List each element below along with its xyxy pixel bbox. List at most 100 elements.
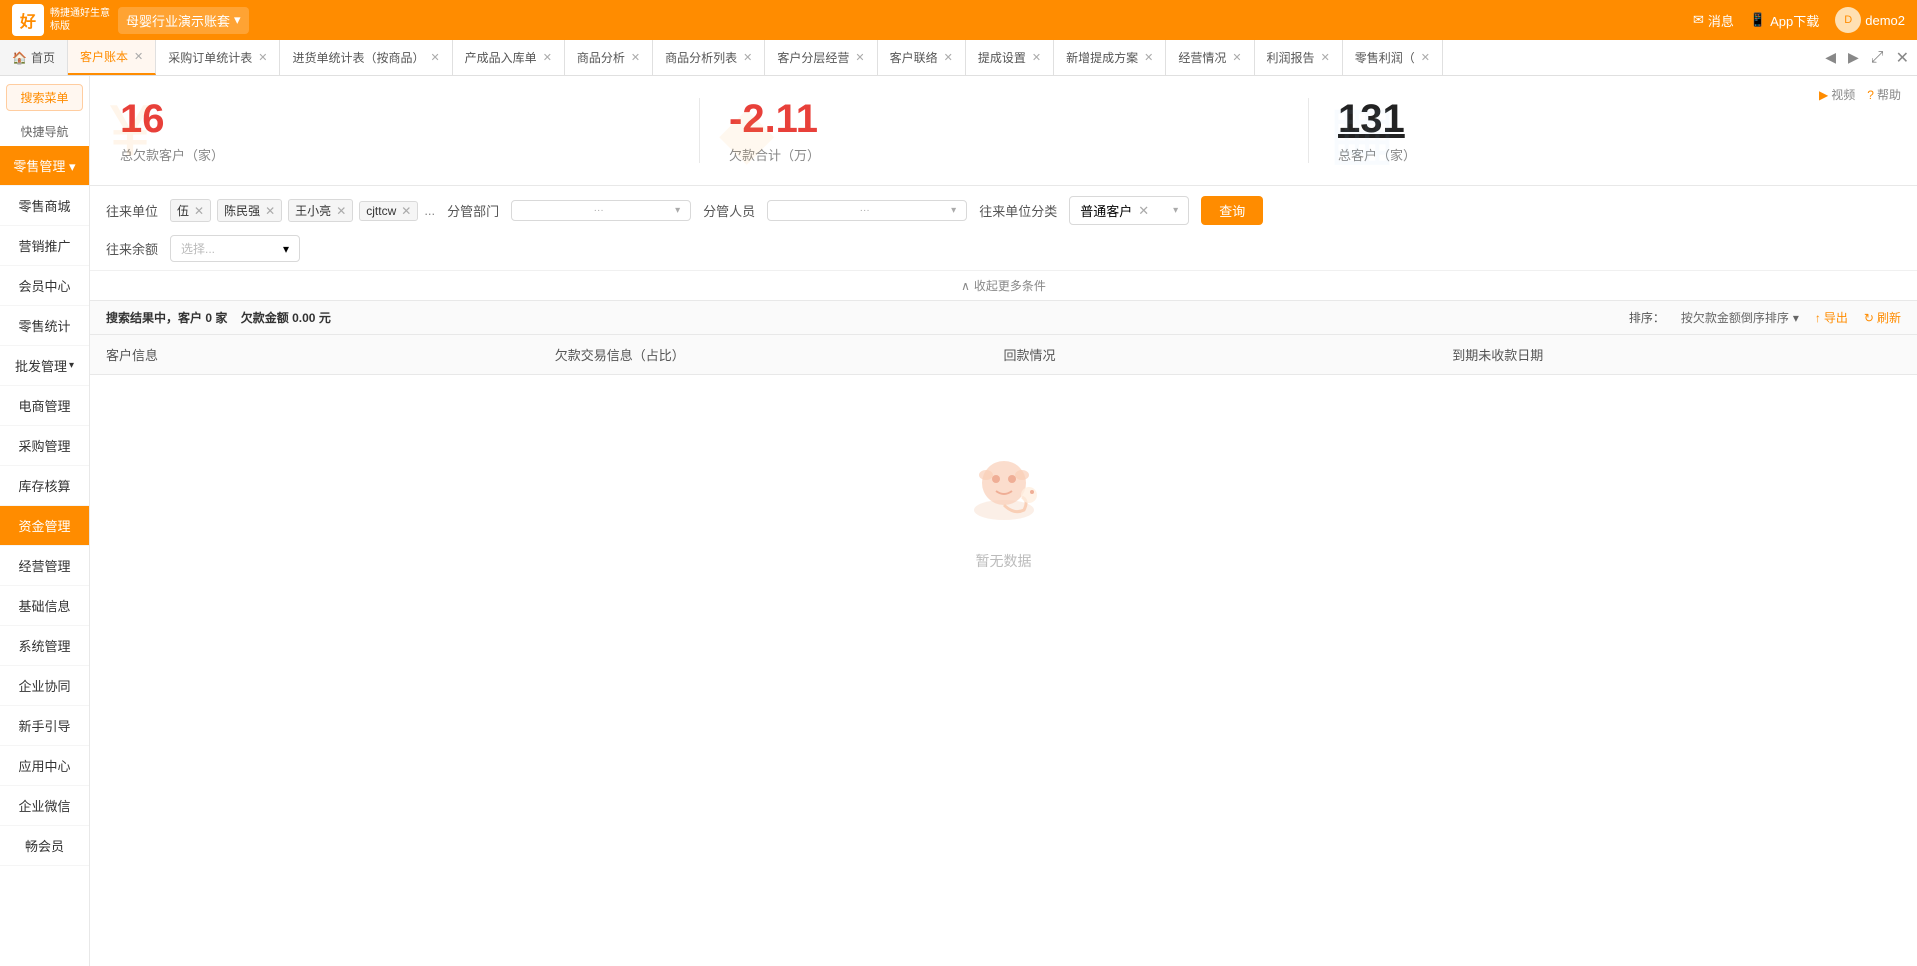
person-select-ellipsis: ···: [860, 205, 870, 216]
close-tab-product-analysis[interactable]: ✕: [631, 51, 640, 64]
tab-home[interactable]: 🏠 首页: [0, 40, 68, 75]
logo-icon: 好: [12, 4, 44, 36]
refresh-button[interactable]: ↻ 刷新: [1864, 309, 1901, 326]
close-tab-stock-stat[interactable]: ✕: [430, 51, 439, 64]
org-selector[interactable]: 母婴行业演示账套 ▾: [118, 7, 249, 34]
stat-number-customers: 16: [120, 97, 669, 141]
tab-product-analysis-list[interactable]: 商品分析列表 ✕: [653, 40, 765, 75]
help-button[interactable]: ? 帮助: [1867, 86, 1901, 103]
quick-nav-button[interactable]: 快捷导航: [0, 119, 89, 146]
unit-filter-label: 往来单位: [106, 201, 158, 220]
sidebar-item-new-guide[interactable]: 新手引导: [0, 706, 89, 746]
close-tab-produce-stock[interactable]: ✕: [543, 51, 552, 64]
close-tag-4[interactable]: ✕: [401, 204, 411, 218]
sidebar-item-retail-manage[interactable]: 零售管理 ▾: [0, 146, 89, 186]
message-icon: ✉: [1693, 12, 1704, 28]
sidebar-item-vip-member[interactable]: 畅会员: [0, 826, 89, 866]
result-info: 搜索结果中，客户 0 家 欠款金额 0.00 元: [106, 309, 331, 326]
balance-chevron-down-icon: ▾: [283, 242, 289, 256]
tab-stock-stat[interactable]: 进货单统计表（按商品） ✕: [280, 40, 452, 75]
tab-promote-settings[interactable]: 提成设置 ✕: [966, 40, 1054, 75]
search-menu-button[interactable]: 搜索菜单: [6, 84, 83, 111]
tab-product-analysis[interactable]: 商品分析 ✕: [565, 40, 653, 75]
empty-icon: [954, 435, 1054, 535]
nav-left-arrow[interactable]: ◀: [1821, 47, 1840, 68]
sidebar-item-finance-manage[interactable]: 资金管理: [0, 506, 89, 546]
tab-produce-stock[interactable]: 产成品入库单 ✕: [453, 40, 565, 75]
empty-text: 暂无数据: [976, 551, 1032, 571]
top-bar-left: 好 畅捷通好生意 标版 母婴行业演示账套 ▾: [12, 4, 249, 36]
sidebar-item-purchase-manage[interactable]: 采购管理: [0, 426, 89, 466]
balance-select[interactable]: 选择... ▾: [170, 235, 300, 262]
more-tags-button[interactable]: ...: [424, 203, 435, 218]
nav-expand-icon[interactable]: ⤢: [1867, 47, 1888, 69]
sidebar-item-stock-check[interactable]: 库存核算: [0, 466, 89, 506]
sidebar-item-retail-stat[interactable]: 零售统计: [0, 306, 89, 346]
tab-business-status[interactable]: 经营情况 ✕: [1166, 40, 1254, 75]
close-tag-2[interactable]: ✕: [265, 204, 275, 218]
search-button[interactable]: 查询: [1201, 196, 1263, 225]
dept-select[interactable]: ··· ▾: [511, 200, 691, 221]
close-tab-business-status[interactable]: ✕: [1232, 51, 1241, 64]
logo-area: 好 畅捷通好生意 标版: [12, 4, 110, 36]
filter-tags: 伍 ✕ 陈民强 ✕ 王小亮 ✕ cjttcw ✕ ...: [170, 199, 435, 222]
dept-select-ellipsis: ···: [594, 205, 604, 216]
tab-profit-report[interactable]: 利润报告 ✕: [1255, 40, 1343, 75]
messages-button[interactable]: ✉ 消息: [1693, 11, 1734, 30]
user-avatar-area[interactable]: D demo2: [1835, 7, 1905, 33]
sidebar-item-operation-manage[interactable]: 经营管理: [0, 546, 89, 586]
sidebar-item-ecom-manage[interactable]: 电商管理: [0, 386, 89, 426]
col-header-date: 到期未收款日期: [1452, 345, 1901, 364]
stat-label-all-customers: 总客户（家）: [1338, 145, 1887, 164]
filter-tag-2: 陈民强 ✕: [217, 199, 282, 222]
classify-filter-label: 往来单位分类: [979, 201, 1057, 220]
sidebar-item-app-center[interactable]: 应用中心: [0, 746, 89, 786]
sidebar-item-member-center[interactable]: 会员中心: [0, 266, 89, 306]
close-tab-customer-segment[interactable]: ✕: [855, 51, 864, 64]
app-download-button[interactable]: 📱 App下载: [1750, 11, 1819, 30]
close-tab-profit-report[interactable]: ✕: [1321, 51, 1330, 64]
sidebar-item-marketing[interactable]: 营销推广: [0, 226, 89, 266]
tab-purchase-order[interactable]: 采购订单统计表 ✕: [156, 40, 280, 75]
close-tab-new-promote[interactable]: ✕: [1144, 51, 1153, 64]
collapse-button[interactable]: ∧ 收起更多条件: [90, 270, 1917, 300]
person-select[interactable]: ··· ▾: [767, 200, 967, 221]
nav-right-arrow[interactable]: ▶: [1844, 47, 1863, 68]
help-icon: ?: [1867, 88, 1874, 102]
col-header-customer: 客户信息: [106, 345, 555, 364]
tab-customer-ledger[interactable]: 客户账本 ✕: [68, 40, 156, 75]
logo-text: 畅捷通好生意 标版: [50, 7, 110, 33]
close-tab-promote-settings[interactable]: ✕: [1032, 51, 1041, 64]
close-tab-customer-ledger[interactable]: ✕: [134, 50, 143, 63]
nav-close-all-icon[interactable]: ✕: [1892, 46, 1913, 70]
stat-label-customers: 总欠款客户（家）: [120, 145, 669, 164]
tab-customer-link[interactable]: 客户联络 ✕: [878, 40, 966, 75]
person-chevron-down-icon: ▾: [951, 205, 956, 216]
close-tab-purchase-order[interactable]: ✕: [258, 51, 267, 64]
sidebar-item-retail-mall[interactable]: 零售商城: [0, 186, 89, 226]
tab-new-promote[interactable]: 新增提成方案 ✕: [1054, 40, 1166, 75]
top-bar: 好 畅捷通好生意 标版 母婴行业演示账套 ▾ ✉ 消息 📱 App下载 D de…: [0, 0, 1917, 40]
sidebar-item-enterprise-wx[interactable]: 企业微信: [0, 786, 89, 826]
main-content: ¥ 16 总欠款客户（家） ◆ -2.11 欠款合计（万） ▦ 131 总客户（…: [90, 76, 1917, 966]
video-help-button[interactable]: ▶ 视频: [1819, 86, 1855, 103]
tab-customer-segment[interactable]: 客户分层经营 ✕: [765, 40, 877, 75]
avatar: D: [1835, 7, 1861, 33]
close-tag-1[interactable]: ✕: [194, 204, 204, 218]
sidebar-item-enterprise-collab[interactable]: 企业协同: [0, 666, 89, 706]
close-tab-product-analysis-list[interactable]: ✕: [743, 51, 752, 64]
sidebar-item-basic-info[interactable]: 基础信息: [0, 586, 89, 626]
close-tab-customer-link[interactable]: ✕: [944, 51, 953, 64]
tab-retail-profit[interactable]: 零售利润（ ✕: [1343, 40, 1443, 75]
close-tab-retail-profit[interactable]: ✕: [1421, 51, 1430, 64]
sort-select[interactable]: 按欠款金额倒序排序 ▾: [1681, 309, 1799, 326]
filter-row-1: 往来单位 伍 ✕ 陈民强 ✕ 王小亮 ✕ cjttcw: [106, 196, 1901, 225]
top-bar-right: ✉ 消息 📱 App下载 D demo2: [1693, 7, 1905, 33]
sort-label: 排序：: [1629, 309, 1665, 326]
export-button[interactable]: ↑ 导出: [1815, 309, 1848, 326]
classify-select[interactable]: 普通客户 ✕ ▾: [1069, 196, 1189, 225]
close-classify-tag[interactable]: ✕: [1138, 203, 1149, 219]
sidebar-item-system-manage[interactable]: 系统管理: [0, 626, 89, 666]
close-tag-3[interactable]: ✕: [336, 204, 346, 218]
sidebar-item-batch-manage[interactable]: 批发管理 ▾: [0, 346, 89, 386]
